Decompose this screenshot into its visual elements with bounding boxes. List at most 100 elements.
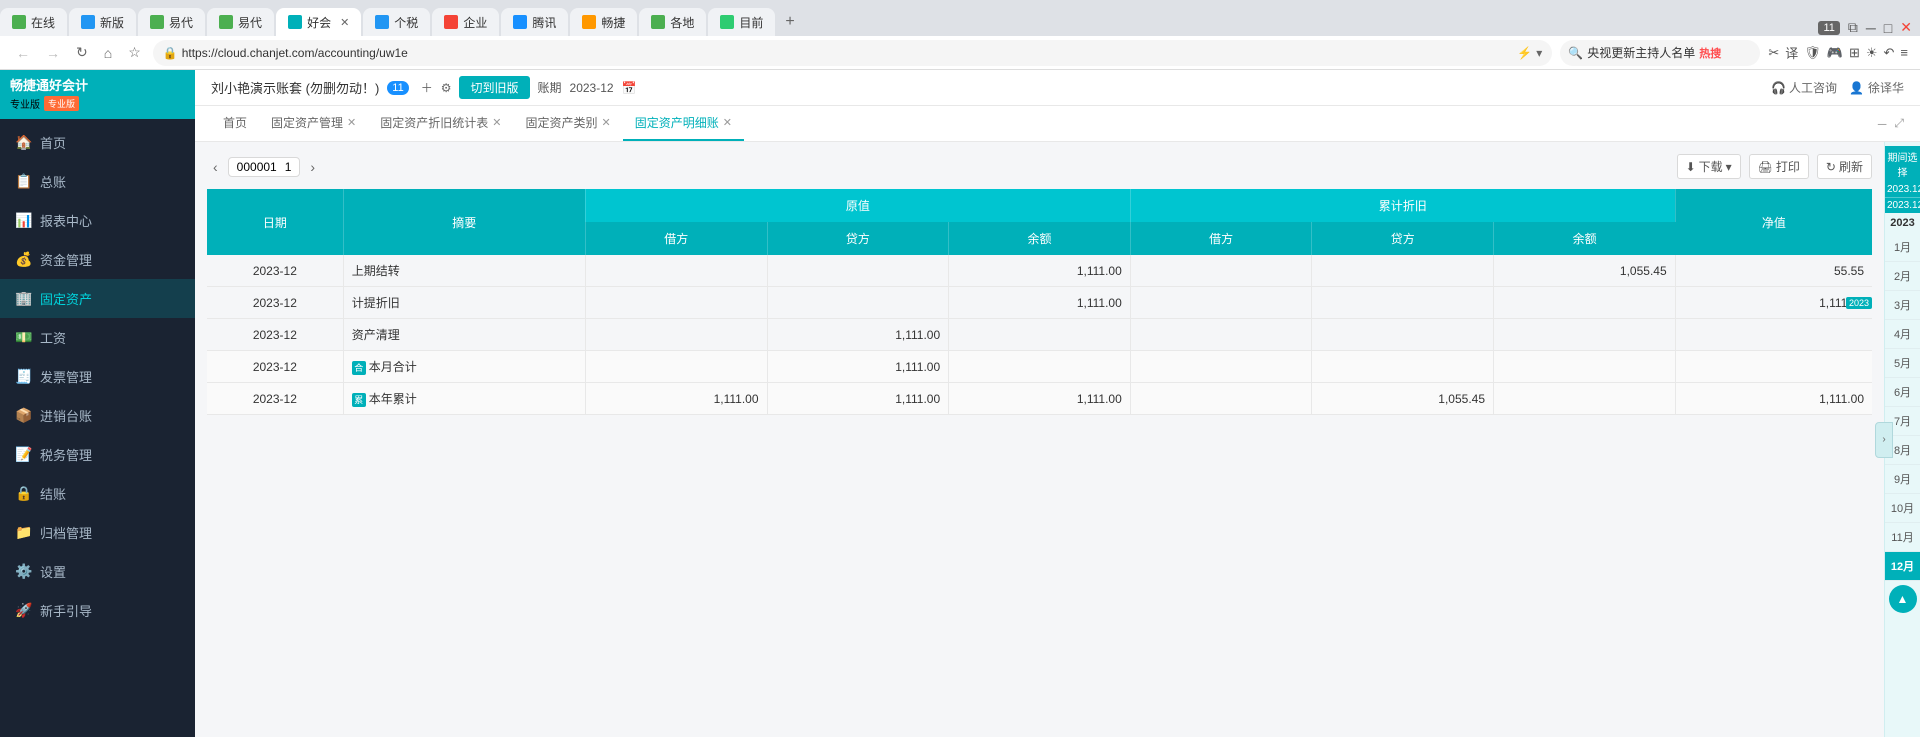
month-4[interactable]: 4月 <box>1885 320 1920 349</box>
account-name: 刘小艳演示账套 (勿删勿动！) <box>211 78 379 97</box>
browser-tab-qiye[interactable]: 企业 <box>432 8 499 36</box>
sidebar-item-label: 总账 <box>40 172 66 191</box>
calendar-icon[interactable]: 📅 <box>622 81 637 95</box>
cell-summary: 计提折旧 <box>343 287 585 319</box>
sidebar-item-payroll[interactable]: 💵 工资 <box>0 318 195 357</box>
customer-service-button[interactable]: 🎧 人工咨询 <box>1771 79 1837 96</box>
bookmark-button[interactable]: ☆ <box>124 42 145 63</box>
browser-tab-geshui[interactable]: 个税 <box>363 8 430 36</box>
month-11[interactable]: 11月 <box>1885 523 1920 552</box>
refresh-icon: ↻ <box>1826 160 1836 174</box>
browser-tab-changjie[interactable]: 畅捷 <box>570 8 637 36</box>
cell-dep-debit <box>1130 255 1312 287</box>
minimize-panel-icon[interactable]: ─ <box>1878 117 1887 131</box>
cell-net-value <box>1675 319 1872 351</box>
tab-close-icon[interactable]: ✕ <box>492 116 501 129</box>
sidebar-item-archive[interactable]: 📁 归档管理 <box>0 513 195 552</box>
close-window-icon[interactable]: ✕ <box>1900 19 1912 36</box>
expand-panel-icon[interactable]: ⤢ <box>1894 116 1904 131</box>
game-icon[interactable]: 🎮 <box>1827 45 1843 61</box>
grid-icon[interactable]: ⊞ <box>1849 45 1860 61</box>
sidebar-item-ledger[interactable]: 📋 总账 <box>0 162 195 201</box>
refresh-button[interactable]: ↻ 刷新 <box>1817 154 1872 179</box>
month-9[interactable]: 9月 <box>1885 465 1920 494</box>
tab-home[interactable]: 首页 <box>211 106 259 141</box>
sidebar-item-home[interactable]: 🏠 首页 <box>0 123 195 162</box>
back-button[interactable]: ← <box>12 43 34 63</box>
browser-tab-yidai1[interactable]: 易代 <box>138 8 205 36</box>
browser-tab-tencent[interactable]: 腾讯 <box>501 8 568 36</box>
settings-gear-icon[interactable]: ⚙ <box>441 81 452 95</box>
user-info[interactable]: 👤 徐译华 <box>1849 79 1904 96</box>
month-10[interactable]: 10月 <box>1885 494 1920 523</box>
tab-fixed-asset-mgmt[interactable]: 固定资产管理 ✕ <box>259 106 368 141</box>
search-box[interactable]: 🔍 央视更新主持人名单 热搜 <box>1560 40 1760 66</box>
url-dropdown-icon[interactable]: ▾ <box>1536 46 1542 60</box>
browser-tab-haokuaiji[interactable]: 好会 ✕ <box>276 8 361 36</box>
table-row: 2023-12 资产清理 1,111.00 <box>207 319 1872 351</box>
forward-button[interactable]: → <box>42 43 64 63</box>
menu-icon[interactable]: ≡ <box>1900 45 1908 60</box>
download-button[interactable]: ⬇ 下载 ▾ <box>1677 154 1741 179</box>
undo-icon[interactable]: ↶ <box>1884 45 1895 61</box>
switch-version-button[interactable]: 切到旧版 <box>459 76 529 99</box>
sidebar-item-settings[interactable]: ⚙️ 设置 <box>0 552 195 591</box>
tab-label: 各地 <box>670 14 694 31</box>
home-button[interactable]: ⌂ <box>100 43 116 63</box>
minimize-icon[interactable]: ─ <box>1866 20 1876 36</box>
sidebar-item-fund[interactable]: 💰 资金管理 <box>0 240 195 279</box>
tab-close-icon[interactable]: ✕ <box>602 116 611 129</box>
print-button[interactable]: 🖨 打印 <box>1749 154 1809 179</box>
browser-tab-new[interactable]: 新版 <box>69 8 136 36</box>
month-6[interactable]: 6月 <box>1885 378 1920 407</box>
page-index-text: 1 <box>285 160 292 174</box>
tab-asset-category[interactable]: 固定资产类别 ✕ <box>513 106 622 141</box>
sidebar-item-guide[interactable]: 🚀 新手引导 <box>0 591 195 630</box>
browser-tab-online[interactable]: 在线 <box>0 8 67 36</box>
tab-label: 新版 <box>100 14 124 31</box>
sidebar-item-tax[interactable]: 📝 税务管理 <box>0 435 195 474</box>
sidebar-item-report[interactable]: 📊 报表中心 <box>0 201 195 240</box>
tab-asset-detail[interactable]: 固定资产明细账 ✕ <box>623 106 744 141</box>
action-buttons: ⬇ 下载 ▾ 🖨 打印 ↻ 刷新 <box>1677 154 1872 179</box>
browser-tab-yidai2[interactable]: 易代 <box>207 8 274 36</box>
sun-icon[interactable]: ☀ <box>1866 45 1878 61</box>
right-actions: 🎧 人工咨询 👤 徐译华 <box>1771 79 1904 96</box>
sidebar-item-invoice[interactable]: 🧾 发票管理 <box>0 357 195 396</box>
toolbar-row: ‹ 000001 1 › ⬇ 下载 ▾ <box>207 154 1872 179</box>
month-2[interactable]: 2月 <box>1885 262 1920 291</box>
scissors-icon[interactable]: ✂ <box>1768 45 1779 61</box>
restore-window-icon[interactable]: ⧉ <box>1848 19 1858 36</box>
translate-icon[interactable]: 译 <box>1785 43 1798 62</box>
year-badge: 2023 <box>1846 297 1872 309</box>
add-icon[interactable]: ＋ <box>421 79 433 96</box>
asset-detail-table: 日期 摘要 原值 累计折旧 净值 借方 贷方 余额 借方 贷方 余额 <box>207 189 1872 415</box>
next-page-button[interactable]: › <box>304 157 321 177</box>
browser-tab-gedi[interactable]: 各地 <box>639 8 706 36</box>
shield-icon[interactable]: 🛡 <box>1804 45 1821 61</box>
user-avatar-icon: 👤 <box>1849 81 1864 95</box>
month-1[interactable]: 1月 <box>1885 233 1920 262</box>
scroll-top-button[interactable]: ▲ <box>1889 585 1917 613</box>
month-3[interactable]: 3月 <box>1885 291 1920 320</box>
tab-close-icon[interactable]: ✕ <box>347 116 356 129</box>
prev-page-button[interactable]: ‹ <box>207 157 224 177</box>
browser-tab-muqian[interactable]: 目前 <box>708 8 775 36</box>
tab-close-icon[interactable]: ✕ <box>723 116 732 129</box>
month-5[interactable]: 5月 <box>1885 349 1920 378</box>
cell-dep-balance: 1,055.45 <box>1494 255 1676 287</box>
address-bar[interactable]: 🔒 https://cloud.chanjet.com/accounting/u… <box>153 40 1553 66</box>
collapse-panel-button[interactable]: › <box>1875 422 1893 458</box>
new-tab-button[interactable]: + <box>777 8 802 36</box>
sidebar-item-inventory[interactable]: 📦 进销台账 <box>0 396 195 435</box>
cell-summary: 上期结转 <box>343 255 585 287</box>
cell-dep-credit <box>1312 351 1494 383</box>
sidebar-item-fixed-asset[interactable]: 🏢 固定资产 <box>0 279 195 318</box>
cell-dep-debit <box>1130 287 1312 319</box>
maximize-icon[interactable]: □ <box>1884 20 1892 36</box>
tab-depreciation-stats[interactable]: 固定资产折旧统计表 ✕ <box>368 106 513 141</box>
tab-close-icon[interactable]: ✕ <box>340 16 349 29</box>
sidebar-item-closing[interactable]: 🔒 结账 <box>0 474 195 513</box>
month-12[interactable]: 12月 <box>1885 552 1920 581</box>
reload-button[interactable]: ↻ <box>72 42 92 63</box>
